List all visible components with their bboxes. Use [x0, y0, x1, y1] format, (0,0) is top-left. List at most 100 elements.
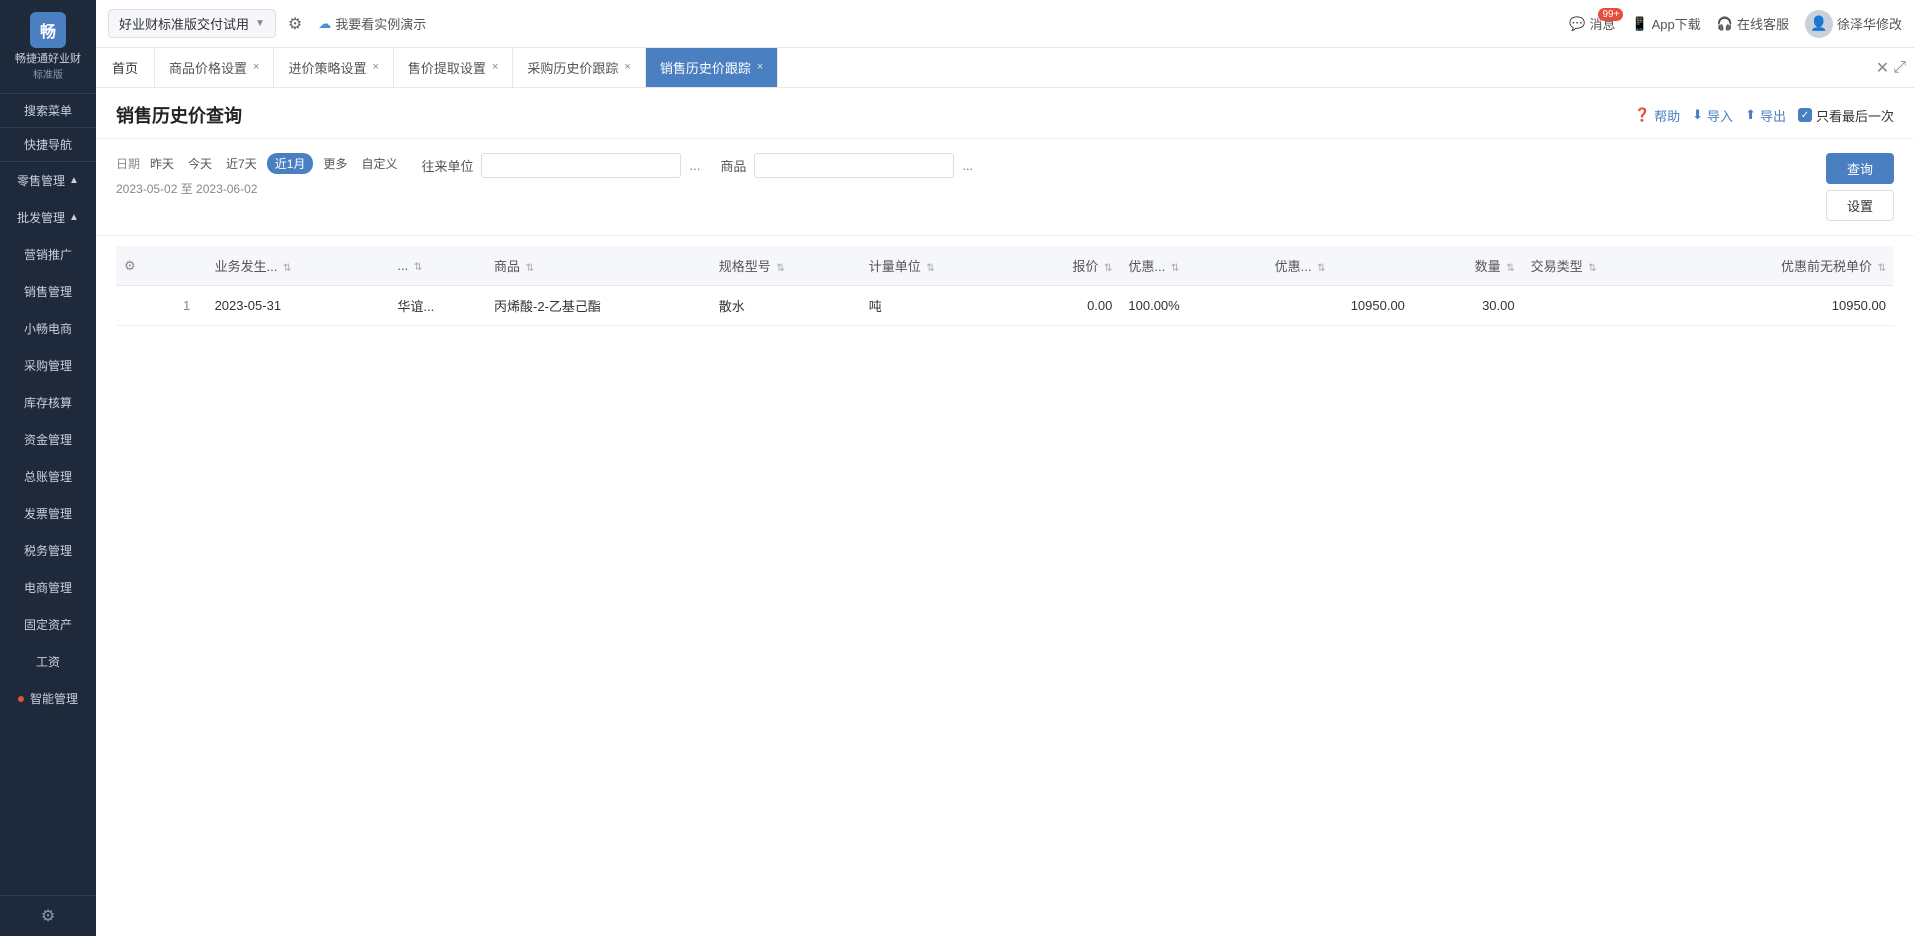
th-qty[interactable]: 数量 ⇅	[1413, 246, 1523, 286]
sidebar-item-assets-label: 固定资产	[24, 616, 72, 633]
app-logo-sub: 标准版	[33, 66, 63, 81]
help-icon: ❓	[1634, 107, 1650, 123]
tab-product-price[interactable]: 商品价格设置 ×	[155, 48, 274, 87]
th-extra[interactable]: ... ⇅	[389, 246, 486, 286]
sidebar-item-assets[interactable]: 固定资产	[0, 606, 96, 643]
date-option-yesterday[interactable]: 昨天	[146, 153, 178, 174]
sidebar-search-label[interactable]: 搜索菜单	[8, 102, 88, 119]
tab-sales-history[interactable]: 销售历史价跟踪 ×	[646, 48, 778, 87]
sidebar-item-marketing[interactable]: 营销推广	[0, 236, 96, 273]
expand-tab-icon[interactable]: ⤢	[1893, 59, 1906, 77]
close-icon[interactable]: ×	[253, 62, 259, 73]
sidebar-item-smart-label: 智能管理	[30, 690, 78, 707]
th-spec[interactable]: 规格型号 ⇅	[711, 246, 861, 286]
sidebar-item-tax[interactable]: 税务管理	[0, 532, 96, 569]
th-discount2[interactable]: 优惠... ⇅	[1267, 246, 1413, 286]
view-last-checkbox[interactable]: ✓ 只看最后一次	[1798, 106, 1894, 125]
settings-button[interactable]: 设置	[1826, 190, 1894, 221]
td-unit: 吨	[861, 286, 1011, 326]
close-icon[interactable]: ×	[492, 62, 498, 73]
product-search-icon[interactable]: ...	[962, 158, 973, 173]
sidebar-item-ecom[interactable]: 电商管理	[0, 569, 96, 606]
sidebar-item-finance[interactable]: 资金管理	[0, 421, 96, 458]
sidebar-item-ledger-label: 总账管理	[24, 468, 72, 485]
sidebar-item-sales[interactable]: 销售管理	[0, 273, 96, 310]
date-option-custom[interactable]: 自定义	[357, 153, 401, 174]
th-notax[interactable]: 优惠前无税单价 ⇅	[1673, 246, 1894, 286]
sidebar-item-xiaochang[interactable]: 小畅电商	[0, 310, 96, 347]
phone-icon: 📱	[1631, 16, 1647, 32]
td-discount1: 100.00%	[1120, 286, 1266, 326]
sidebar-item-ledger[interactable]: 总账管理	[0, 458, 96, 495]
tab-sale-extract[interactable]: 售价提取设置 ×	[394, 48, 513, 87]
date-option-today[interactable]: 今天	[184, 153, 216, 174]
td-spec: 散水	[711, 286, 861, 326]
td-product: 丙烯酸-2-乙基己酯	[486, 286, 711, 326]
sidebar-item-smart[interactable]: 智能管理	[0, 680, 96, 717]
sort-icon: ⇅	[776, 263, 784, 274]
sort-icon: ⇅	[1878, 263, 1886, 274]
sidebar-item-inventory[interactable]: 库存核算	[0, 384, 96, 421]
th-price[interactable]: 报价 ⇅	[1011, 246, 1121, 286]
th-unit-label: 计量单位	[869, 259, 921, 274]
sidebar-item-invoice[interactable]: 发票管理	[0, 495, 96, 532]
message-badge: 99+	[1598, 8, 1623, 21]
filter-bar: 日期 昨天 今天 近7天 近1月 更多 自定义 2023-05-02 至 202…	[96, 139, 1914, 236]
close-tab-icon[interactable]: ✕	[1876, 58, 1889, 78]
sidebar-item-retail[interactable]: 零售管理 ▲	[0, 162, 96, 199]
th-discount1[interactable]: 优惠... ⇅	[1120, 246, 1266, 286]
export-button[interactable]: ⬆ 导出	[1745, 106, 1786, 125]
th-product[interactable]: 商品 ⇅	[486, 246, 711, 286]
query-button[interactable]: 查询	[1826, 153, 1894, 184]
th-date[interactable]: 业务发生... ⇅	[207, 246, 390, 286]
th-type[interactable]: 交易类型 ⇅	[1523, 246, 1673, 286]
gear-icon[interactable]: ⚙	[124, 258, 136, 273]
th-price-label: 报价	[1072, 259, 1098, 274]
sidebar-item-purchase[interactable]: 采购管理	[0, 347, 96, 384]
app-download-button[interactable]: 📱 App下载	[1631, 14, 1700, 33]
help-button[interactable]: ❓ 帮助	[1634, 106, 1680, 125]
th-unit[interactable]: 计量单位 ⇅	[861, 246, 1011, 286]
product-input[interactable]	[754, 153, 954, 178]
supplier-input[interactable]	[481, 153, 681, 178]
tab-price-strategy[interactable]: 进价策略设置 ×	[274, 48, 393, 87]
user-menu[interactable]: 👤 徐泽华修改	[1805, 10, 1902, 38]
th-type-label: 交易类型	[1531, 259, 1583, 274]
company-selector[interactable]: 好业财标准版交付试用 ▼	[108, 9, 276, 38]
close-icon[interactable]: ×	[372, 62, 378, 73]
demo-link[interactable]: ☁ 我要看实例演示	[318, 14, 426, 33]
sidebar-item-finance-label: 资金管理	[24, 431, 72, 448]
sidebar-item-salary[interactable]: 工资	[0, 643, 96, 680]
th-discount1-label: 优惠...	[1128, 259, 1165, 274]
sidebar-quicknav-label[interactable]: 快捷导航	[8, 136, 88, 153]
tab-product-price-label: 商品价格设置	[169, 58, 247, 77]
th-spec-label: 规格型号	[719, 259, 771, 274]
supplier-search-icon[interactable]: ...	[689, 158, 700, 173]
close-icon[interactable]: ×	[624, 62, 630, 73]
close-icon[interactable]: ×	[757, 62, 763, 73]
tabs-actions: ✕ ⤢	[1876, 58, 1914, 78]
table-row: 1 2023-05-31 华谊... 丙烯酸-2-乙基己酯 散水 吨 0.00 …	[116, 286, 1894, 326]
sidebar-settings[interactable]: ⚙	[0, 895, 96, 936]
sidebar-quicknav-item[interactable]: 快捷导航	[0, 128, 96, 162]
sidebar-item-inventory-label: 库存核算	[24, 394, 72, 411]
sort-icon: ⇅	[1171, 263, 1179, 274]
message-button[interactable]: 💬 消息 99+	[1569, 14, 1615, 33]
th-notax-label: 优惠前无税单价	[1781, 259, 1872, 274]
th-extra-label: ...	[397, 258, 408, 273]
tab-purchase-history[interactable]: 采购历史价跟踪 ×	[513, 48, 645, 87]
sidebar-item-wholesale[interactable]: 批发管理 ▲	[0, 199, 96, 236]
date-option-last1m[interactable]: 近1月	[267, 153, 314, 174]
topbar-settings-icon[interactable]: ⚙	[288, 14, 302, 34]
sidebar-search-item[interactable]: 搜索菜单	[0, 94, 96, 128]
gear-icon[interactable]: ⚙	[41, 908, 55, 925]
th-gear[interactable]: ⚙	[116, 246, 167, 286]
export-label: 导出	[1760, 106, 1786, 125]
import-button[interactable]: ⬇ 导入	[1692, 106, 1733, 125]
date-option-last7[interactable]: 近7天	[222, 153, 261, 174]
online-service-button[interactable]: 🎧 在线客服	[1717, 14, 1789, 33]
date-option-more[interactable]: 更多	[319, 153, 351, 174]
tab-home[interactable]: 首页	[96, 48, 155, 87]
headset-icon: 🎧	[1717, 16, 1733, 32]
th-num	[167, 246, 207, 286]
